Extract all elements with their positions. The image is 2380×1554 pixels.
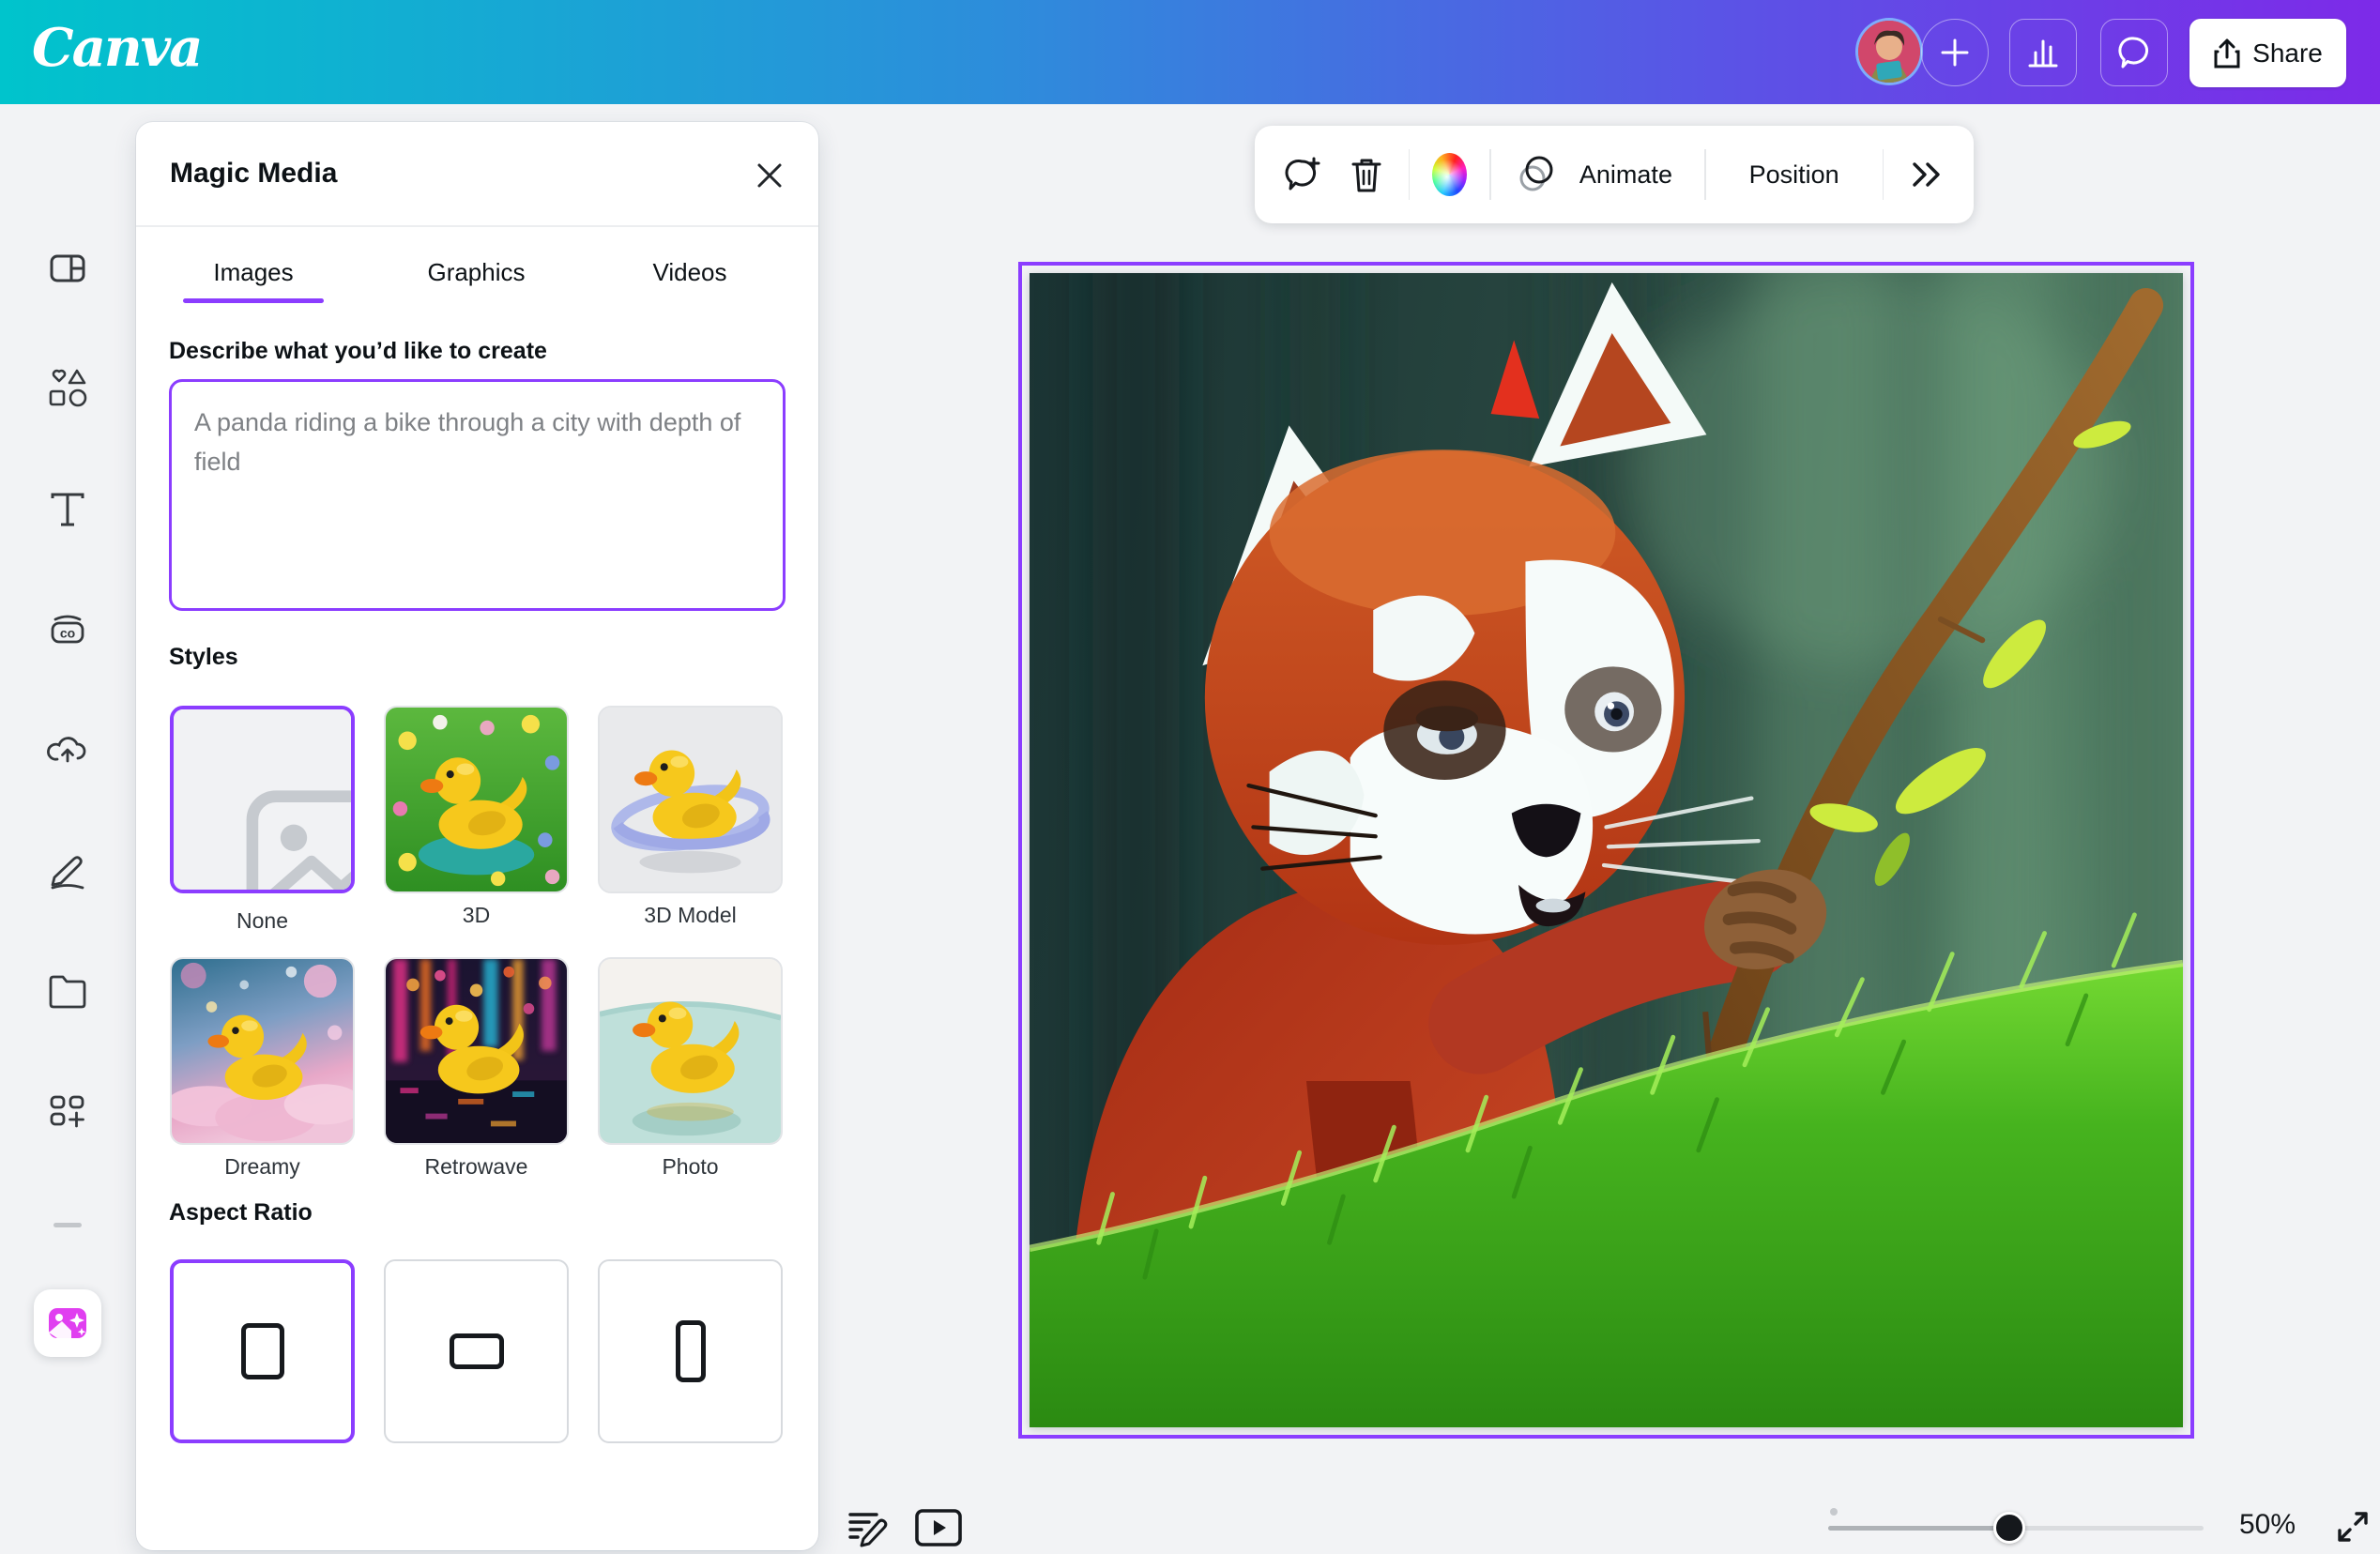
style-label: None [170, 908, 355, 934]
aspect-option-landscape[interactable] [384, 1259, 569, 1443]
share-icon [2213, 38, 2241, 69]
canva-logo[interactable]: Canva [32, 17, 201, 79]
canva-editor: Canva [0, 0, 2380, 1554]
animate-icon [1514, 154, 1557, 195]
square-ratio-icon [241, 1323, 284, 1379]
sidebar-item-text[interactable] [34, 476, 101, 543]
brand-icon: co [46, 608, 89, 651]
aspect-ratio-label: Aspect Ratio [169, 1199, 313, 1226]
zoom-slider-fill [1828, 1526, 2008, 1531]
sidebar-item-apps[interactable] [34, 1079, 101, 1147]
more-button[interactable] [1906, 150, 1945, 199]
animate-label: Animate [1570, 160, 1682, 190]
style-label: 3D Model [598, 903, 783, 928]
comment-add-icon [1283, 154, 1324, 195]
style-label: Retrowave [384, 1154, 569, 1180]
more-icon [1907, 159, 1945, 190]
uploads-icon [45, 727, 90, 772]
zoom-fit-marker [1830, 1508, 1838, 1516]
sidebar-item-draw[interactable] [34, 836, 101, 904]
style-option-photo[interactable] [598, 957, 783, 1145]
style-option-retrowave[interactable] [384, 957, 569, 1145]
style-option-3d[interactable] [384, 706, 569, 893]
design-icon [46, 247, 89, 290]
toolbar-divider [1489, 149, 1491, 200]
sidebar-item-uploads[interactable] [34, 716, 101, 784]
comment-add-button[interactable] [1283, 150, 1324, 199]
active-tab-underline [183, 298, 324, 303]
comments-button[interactable] [2100, 19, 2168, 86]
magic-media-panel: Magic Media Images Graphics Videos Descr… [136, 122, 818, 1550]
delete-button[interactable] [1347, 150, 1386, 199]
image-placeholder-icon [235, 771, 355, 893]
present-button[interactable] [912, 1503, 965, 1552]
share-button[interactable]: Share [2189, 19, 2346, 87]
sidebar-item-design[interactable] [34, 235, 101, 302]
toolbar-divider [1409, 149, 1411, 200]
panel-title: Magic Media [170, 158, 337, 190]
fullscreen-button[interactable] [2329, 1503, 2376, 1550]
zoom-level[interactable]: 50% [2239, 1509, 2296, 1541]
top-bar: Canva [0, 0, 2380, 104]
fullscreen-icon [2332, 1506, 2373, 1547]
sidebar-item-magic-media[interactable] [34, 1289, 101, 1357]
close-icon [754, 160, 786, 191]
tab-images[interactable]: Images [183, 242, 324, 302]
insights-icon [2026, 36, 2060, 69]
aspect-option-square[interactable] [170, 1259, 355, 1443]
style-label: Photo [598, 1154, 783, 1180]
zoom-slider-handle[interactable] [1993, 1512, 2025, 1544]
insights-button[interactable] [2009, 19, 2077, 86]
add-icon [1939, 37, 1971, 69]
trash-icon [1348, 154, 1385, 195]
magic-media-icon [46, 1302, 89, 1345]
avatar[interactable] [1858, 21, 1920, 83]
comments-icon [2116, 35, 2152, 70]
avatar-image [1858, 21, 1920, 83]
style-label: Dreamy [170, 1154, 355, 1180]
apps-icon [46, 1091, 89, 1135]
toolbar-divider [1883, 149, 1884, 200]
svg-text:co: co [60, 626, 75, 641]
styles-label: Styles [169, 644, 238, 671]
style-option-dreamy[interactable] [170, 957, 355, 1145]
tab-videos[interactable]: Videos [633, 242, 746, 302]
style-option-3d-model[interactable] [598, 706, 783, 893]
notes-icon [845, 1505, 890, 1550]
sidebar: co [0, 104, 136, 1554]
animate-button[interactable]: Animate [1514, 150, 1682, 199]
prompt-input[interactable] [169, 379, 786, 611]
close-button[interactable] [746, 152, 793, 199]
position-button[interactable]: Position [1729, 160, 1860, 190]
selection-frame[interactable] [1018, 262, 2194, 1439]
panel-divider [136, 225, 818, 227]
toolbar-divider [1704, 149, 1706, 200]
aspect-option-portrait[interactable] [598, 1259, 783, 1443]
sidebar-item-projects[interactable] [34, 957, 101, 1025]
projects-icon [45, 968, 90, 1013]
text-icon [47, 489, 88, 530]
prompt-field-wrap [169, 379, 786, 611]
portrait-ratio-icon [676, 1320, 706, 1382]
tab-graphics[interactable]: Graphics [408, 242, 544, 302]
color-wheel[interactable] [1432, 153, 1467, 196]
notes-button[interactable] [843, 1503, 892, 1552]
landscape-ratio-icon [450, 1333, 504, 1369]
context-toolbar: Animate Position [1255, 126, 1974, 223]
sidebar-item-elements[interactable] [34, 355, 101, 422]
draw-icon [45, 847, 90, 892]
share-label: Share [2252, 38, 2323, 69]
present-icon [914, 1507, 963, 1548]
style-label: 3D [384, 903, 569, 928]
prompt-label: Describe what you’d like to create [169, 338, 547, 365]
add-button[interactable] [1921, 19, 1989, 86]
sidebar-divider [53, 1223, 82, 1227]
style-option-none[interactable] [170, 706, 355, 893]
sidebar-item-brand[interactable]: co [34, 596, 101, 663]
elements-icon [46, 367, 89, 410]
